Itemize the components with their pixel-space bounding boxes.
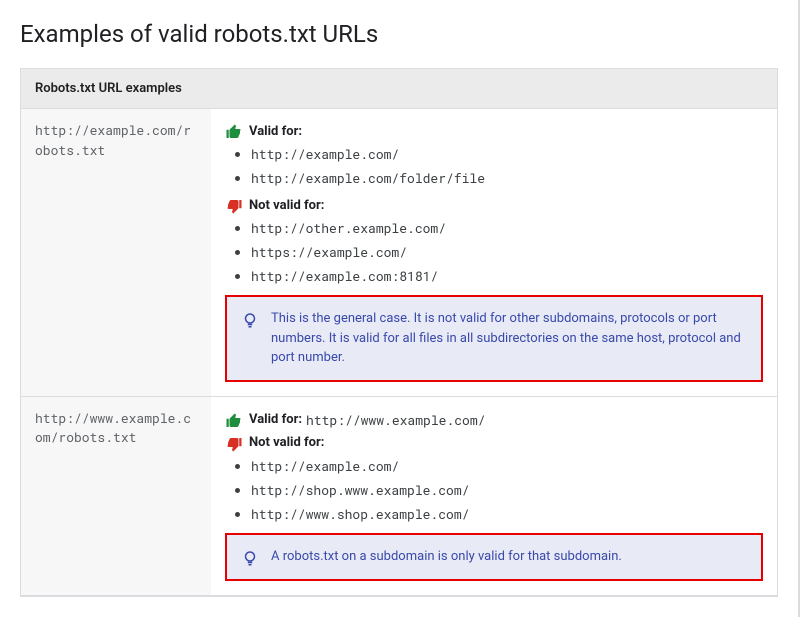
not-valid-url-list: http://other.example.com/ https://exampl… [225,219,763,285]
table-row: http://example.com/robots.txt Valid for:… [21,109,777,397]
lightbulb-icon [241,311,259,329]
list-item: http://example.com/ [251,145,763,163]
valid-url-list: http://example.com/ http://example.com/f… [225,145,763,187]
note-text: This is the general case. It is not vali… [271,309,747,368]
valid-for-label: Valid for: [249,124,302,139]
not-valid-url-list: http://example.com/ http://shop.www.exam… [225,457,763,523]
note-text: A robots.txt on a subdomain is only vali… [271,547,622,567]
page-title: Examples of valid robots.txt URLs [20,20,778,48]
description-cell: Valid for: http://www.example.com/ Not v… [211,397,777,595]
list-item: http://other.example.com/ [251,219,763,237]
list-item: https://example.com/ [251,243,763,261]
lightbulb-icon [241,549,259,567]
thumbs-down-icon [225,197,243,213]
list-item: http://example.com/ [251,457,763,475]
thumbs-up-icon [225,123,243,139]
valid-for-label: Valid for: [249,412,302,427]
table-row: http://www.example.com/robots.txt Valid … [21,397,777,596]
list-item: http://www.shop.example.com/ [251,505,763,523]
not-valid-for-label: Not valid for: [249,198,324,213]
robots-url-cell: http://www.example.com/robots.txt [21,397,211,595]
thumbs-down-icon [225,435,243,451]
note-box: This is the general case. It is not vali… [225,295,763,382]
valid-for-line: Valid for: http://www.example.com/ [225,411,763,429]
not-valid-for-line: Not valid for: [225,435,763,451]
valid-inline-url: http://www.example.com/ [306,411,485,429]
list-item: http://example.com:8181/ [251,267,763,285]
list-item: http://example.com/folder/file [251,169,763,187]
description-cell: Valid for: http://example.com/ http://ex… [211,109,777,396]
table-header: Robots.txt URL examples [21,69,777,109]
not-valid-for-label: Not valid for: [249,435,324,450]
robots-url-cell: http://example.com/robots.txt [21,109,211,396]
valid-for-line: Valid for: [225,123,763,139]
note-box: A robots.txt on a subdomain is only vali… [225,533,763,581]
examples-table: Robots.txt URL examples http://example.c… [20,68,778,597]
thumbs-up-icon [225,412,243,428]
not-valid-for-line: Not valid for: [225,197,763,213]
list-item: http://shop.www.example.com/ [251,481,763,499]
